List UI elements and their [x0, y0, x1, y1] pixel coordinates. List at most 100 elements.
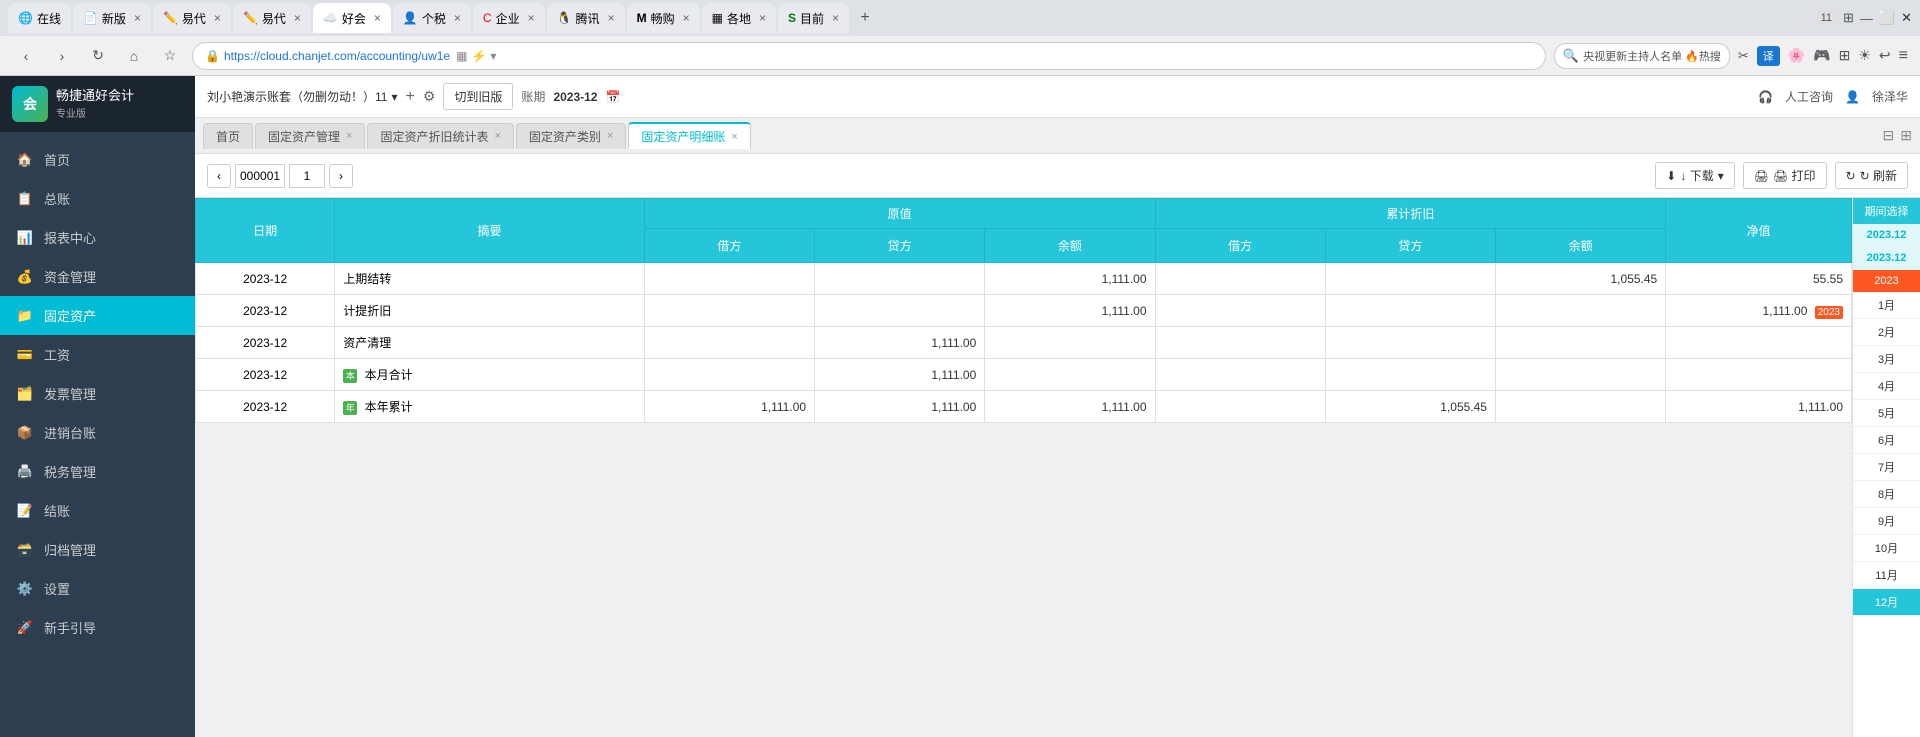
tab-close-icon[interactable]: × — [731, 131, 737, 143]
reload-button[interactable]: ↻ — [84, 42, 112, 70]
username[interactable]: 徐泽华 — [1872, 88, 1908, 105]
next-page-button[interactable]: › — [329, 164, 353, 188]
period-year[interactable]: 2023 — [1853, 270, 1920, 292]
tab-close-icon[interactable]: × — [294, 11, 301, 25]
period-month-10[interactable]: 10月 — [1853, 535, 1920, 562]
browser-tab-yidai1[interactable]: ✏️ 易代 × — [153, 3, 231, 33]
tab-close-icon[interactable]: × — [607, 130, 613, 142]
period-month-3[interactable]: 3月 — [1853, 346, 1920, 373]
prev-page-button[interactable]: ‹ — [207, 164, 231, 188]
content-toolbar: ‹ › ⬇ ↓ 下载 ▾ 🖨 🖨 打印 ↻ ↻ 刷新 — [195, 154, 1920, 198]
dropdown-icon[interactable]: ▾ — [490, 49, 496, 63]
tab-close-icon[interactable]: × — [134, 11, 141, 25]
settings-small-icon[interactable]: ⚙ — [423, 88, 436, 105]
scissors-icon[interactable]: ✂ — [1738, 48, 1749, 64]
sidebar-nav: 🏠 首页 📋 总账 📊 报表中心 💰 资金管理 📁 固定资产 💳 工资 — [0, 132, 195, 737]
sidebar-item-reports[interactable]: 📊 报表中心 — [0, 218, 195, 257]
sidebar-item-inventory[interactable]: 📦 进销台账 — [0, 413, 195, 452]
tab-close-icon[interactable]: × — [374, 11, 381, 25]
browser-tab-tencent[interactable]: 🐧 腾讯 × — [547, 3, 625, 33]
refresh-button[interactable]: ↻ ↻ 刷新 — [1835, 162, 1908, 189]
browser-tab-online[interactable]: 🌐 在线 — [8, 3, 71, 33]
period-month-7[interactable]: 7月 — [1853, 454, 1920, 481]
new-tab-button[interactable]: + — [851, 4, 879, 32]
sidebar-item-guide[interactable]: 🚀 新手引导 — [0, 608, 195, 647]
add-book-button[interactable]: + — [406, 88, 415, 106]
tab-detail[interactable]: 固定资产明细账 × — [628, 122, 750, 149]
browser-tab-mubiao[interactable]: S 目前 × — [778, 3, 849, 33]
browser-tab-new[interactable]: 📄 新版 × — [73, 3, 151, 33]
grid-icon[interactable]: ⊞ — [1839, 47, 1851, 64]
consult-button[interactable]: 人工咨询 — [1785, 88, 1833, 105]
maximize-tab-icon[interactable]: ⊞ — [1900, 127, 1912, 144]
period-month-6[interactable]: 6月 — [1853, 427, 1920, 454]
table-row: 2023-12 上期结转 1,111.00 1,055.45 55.55 — [196, 263, 1852, 295]
sidebar-item-archive[interactable]: 🗃️ 归档管理 — [0, 530, 195, 569]
sidebar-item-settings[interactable]: ⚙️ 设置 — [0, 569, 195, 608]
browser-tab-yidai2[interactable]: ✏️ 易代 × — [233, 3, 311, 33]
period-month-1[interactable]: 1月 — [1853, 292, 1920, 319]
game-icon[interactable]: 🎮 — [1813, 47, 1830, 64]
period-selected-end[interactable]: 2023.12 — [1853, 247, 1920, 270]
browser-tab-qiye[interactable]: C 企业 × — [473, 3, 545, 33]
forward-button[interactable]: › — [48, 42, 76, 70]
minimize-tab-icon[interactable]: ⊟ — [1883, 127, 1895, 144]
period-month-9[interactable]: 9月 — [1853, 508, 1920, 535]
tab-close-icon[interactable]: × — [832, 11, 839, 25]
period-month-11[interactable]: 11月 — [1853, 562, 1920, 589]
print-button[interactable]: 🖨 🖨 打印 — [1743, 162, 1827, 189]
tab-close-icon[interactable]: × — [454, 11, 461, 25]
home-button[interactable]: ⌂ — [120, 42, 148, 70]
tab-home[interactable]: 首页 — [203, 123, 253, 149]
download-button[interactable]: ⬇ ↓ 下载 ▾ — [1655, 162, 1734, 189]
archive-icon: 🗃️ — [16, 541, 34, 559]
sidebar-item-assets[interactable]: 📁 固定资产 — [0, 296, 195, 335]
restore-icon[interactable]: ⬜ — [1879, 10, 1895, 26]
tab-depreciation[interactable]: 固定资产折旧统计表 × — [367, 123, 513, 149]
sidebar-item-salary[interactable]: 💳 工资 — [0, 335, 195, 374]
bookmark-button[interactable]: ☆ — [156, 42, 184, 70]
minimize-icon[interactable]: — — [1860, 11, 1873, 26]
company-selector[interactable]: 刘小艳演示账套（勿删勿动！）11 ▾ — [207, 88, 398, 105]
address-bar[interactable]: 🔒 https://cloud.chanjet.com/accounting/u… — [192, 42, 1546, 70]
brightness-icon[interactable]: ☀ — [1858, 47, 1871, 64]
tab-close-icon[interactable]: × — [759, 11, 766, 25]
tab-close-icon[interactable]: × — [608, 11, 615, 25]
tab-category[interactable]: 固定资产类别 × — [516, 123, 626, 149]
browser-tab-chang[interactable]: M 畅购 × — [627, 3, 700, 33]
sidebar-item-home[interactable]: 🏠 首页 — [0, 140, 195, 179]
tab-close-icon[interactable]: × — [528, 11, 535, 25]
switch-version-button[interactable]: 切到旧版 — [443, 83, 513, 110]
period-selected-start[interactable]: 2023.12 — [1853, 224, 1920, 247]
tab-close-icon[interactable]: × — [683, 11, 690, 25]
browser-tab-geshui[interactable]: 👤 个税 × — [393, 3, 471, 33]
sidebar-item-invoice[interactable]: 🗂️ 发票管理 — [0, 374, 195, 413]
back-button[interactable]: ‹ — [12, 42, 40, 70]
menu-icon[interactable]: ≡ — [1899, 47, 1908, 65]
tab-close-icon[interactable]: × — [346, 130, 352, 142]
sidebar-item-funds[interactable]: 💰 资金管理 — [0, 257, 195, 296]
sidebar-toggle-icon[interactable]: ⊞ — [1843, 10, 1854, 26]
sidebar-item-ledger[interactable]: 📋 总账 — [0, 179, 195, 218]
translate-icon[interactable]: 译 — [1757, 46, 1780, 66]
browser-tab-haokuai[interactable]: ☁️ 好会 × — [313, 3, 391, 33]
period-month-12[interactable]: 12月 — [1853, 589, 1920, 616]
tab-close-icon[interactable]: × — [214, 11, 221, 25]
search-box[interactable]: 🔍 央视更新主持人名单 🔥热搜 — [1554, 43, 1730, 69]
period-month-5[interactable]: 5月 — [1853, 400, 1920, 427]
period-month-8[interactable]: 8月 — [1853, 481, 1920, 508]
sidebar-item-checkout[interactable]: 📝 结账 — [0, 491, 195, 530]
close-icon[interactable]: ✕ — [1901, 10, 1912, 26]
asset-number-input[interactable] — [235, 164, 285, 188]
page-number-input[interactable] — [289, 164, 325, 188]
tab-asset-mgmt[interactable]: 固定资产管理 × — [255, 123, 365, 149]
period-month-4[interactable]: 4月 — [1853, 373, 1920, 400]
sidebar-item-tax[interactable]: 🖨️ 税务管理 — [0, 452, 195, 491]
wallet-icon[interactable]: 🌸 — [1788, 47, 1805, 64]
period-month-2[interactable]: 2月 — [1853, 319, 1920, 346]
security-icon: 🔒 — [205, 49, 220, 63]
calendar-icon[interactable]: 📅 — [605, 90, 620, 104]
tab-close-icon[interactable]: × — [494, 130, 500, 142]
undo-icon[interactable]: ↩ — [1879, 47, 1891, 64]
browser-tab-gedi[interactable]: ▦ 各地 × — [702, 3, 776, 33]
